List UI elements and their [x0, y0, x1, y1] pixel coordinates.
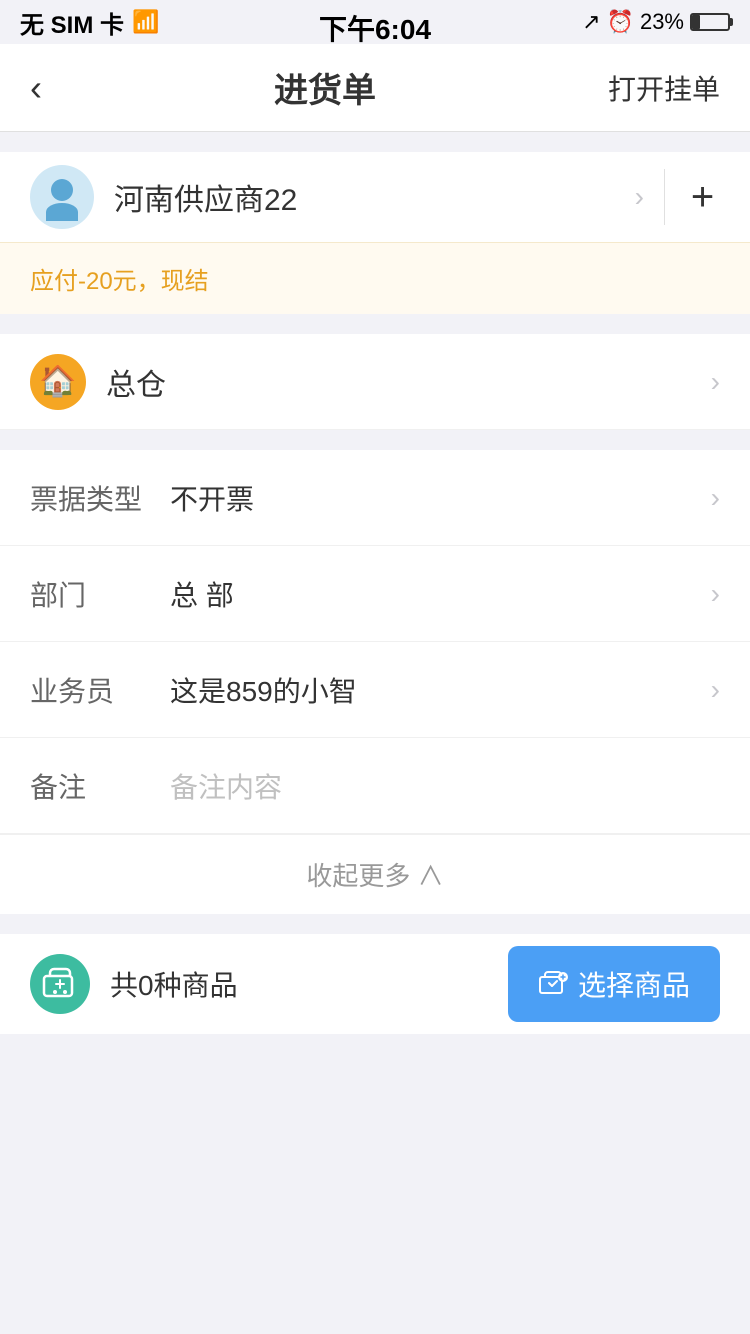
- cart-icon: [42, 966, 78, 1002]
- warehouse-section: 🏠 总仓 ›: [0, 334, 750, 430]
- form-section: 票据类型 不开票 › 部门 总 部 › 业务员 这是859的小智 › 备注 备注…: [0, 450, 750, 914]
- avatar-person-icon: [44, 179, 80, 215]
- salesperson-row[interactable]: 业务员 这是859的小智 ›: [0, 642, 750, 738]
- form-divider: [0, 430, 750, 450]
- supplier-chevron-icon: ›: [635, 181, 644, 213]
- salesperson-value: 这是859的小智: [170, 670, 711, 710]
- avatar: [30, 165, 94, 229]
- status-right: ↗ ⏰ 23%: [582, 9, 730, 35]
- department-chevron-icon: ›: [711, 578, 720, 610]
- product-icon-container: [30, 954, 90, 1014]
- status-time: 下午6:04: [319, 8, 431, 48]
- department-label: 部门: [30, 574, 170, 614]
- warehouse-chevron-icon: ›: [711, 366, 720, 398]
- department-value: 总 部: [170, 574, 711, 614]
- remark-placeholder: 备注内容: [170, 766, 720, 806]
- invoice-type-row[interactable]: 票据类型 不开票 ›: [0, 450, 750, 546]
- carrier-label: 无 SIM 卡: [20, 5, 124, 40]
- warehouse-icon-container: 🏠: [30, 354, 86, 410]
- location-icon: ↗: [582, 9, 600, 35]
- add-supplier-button[interactable]: +: [664, 169, 720, 225]
- salesperson-chevron-icon: ›: [711, 674, 720, 706]
- bottom-bar: 共0种商品 选择商品: [0, 934, 750, 1034]
- supplier-row[interactable]: 河南供应商22 › +: [0, 152, 750, 242]
- invoice-type-value: 不开票: [170, 478, 711, 518]
- open-pending-button[interactable]: 打开挂单: [608, 68, 720, 108]
- info-banner-text: 应付-20元，现结: [30, 268, 209, 295]
- back-button[interactable]: ‹: [30, 70, 42, 106]
- alarm-icon: ⏰: [607, 9, 634, 35]
- rest-area: [0, 1034, 750, 1314]
- battery-percent: 23%: [640, 9, 684, 35]
- status-bar: 无 SIM 卡 📶 下午6:04 ↗ ⏰ 23%: [0, 0, 750, 44]
- product-count-label: 共0种商品: [110, 964, 508, 1004]
- invoice-type-chevron-icon: ›: [711, 482, 720, 514]
- status-left: 无 SIM 卡 📶: [20, 5, 159, 40]
- collapse-label: 收起更多 ∧: [306, 856, 443, 893]
- warehouse-label: 总仓: [106, 360, 711, 404]
- info-banner: 应付-20元，现结: [0, 242, 750, 314]
- nav-bar: ‹ 进货单 打开挂单: [0, 44, 750, 132]
- select-goods-label: 选择商品: [578, 964, 690, 1004]
- collapse-button[interactable]: 收起更多 ∧: [0, 834, 750, 914]
- supplier-section: 河南供应商22 › + 应付-20元，现结: [0, 152, 750, 314]
- mid-divider: [0, 314, 750, 334]
- invoice-type-label: 票据类型: [30, 478, 170, 518]
- department-row[interactable]: 部门 总 部 ›: [0, 546, 750, 642]
- top-divider: [0, 132, 750, 152]
- page-title: 进货单: [274, 63, 376, 112]
- remark-label: 备注: [30, 766, 170, 806]
- battery-icon: [690, 13, 730, 31]
- supplier-name: 河南供应商22: [114, 175, 635, 219]
- plus-icon: +: [691, 177, 714, 217]
- remark-row[interactable]: 备注 备注内容: [0, 738, 750, 834]
- select-goods-button[interactable]: 选择商品: [508, 946, 720, 1022]
- warehouse-icon: 🏠: [39, 364, 76, 399]
- warehouse-row[interactable]: 🏠 总仓 ›: [0, 334, 750, 430]
- wifi-icon: 📶: [132, 9, 159, 35]
- select-goods-icon: [538, 969, 568, 999]
- salesperson-label: 业务员: [30, 670, 170, 710]
